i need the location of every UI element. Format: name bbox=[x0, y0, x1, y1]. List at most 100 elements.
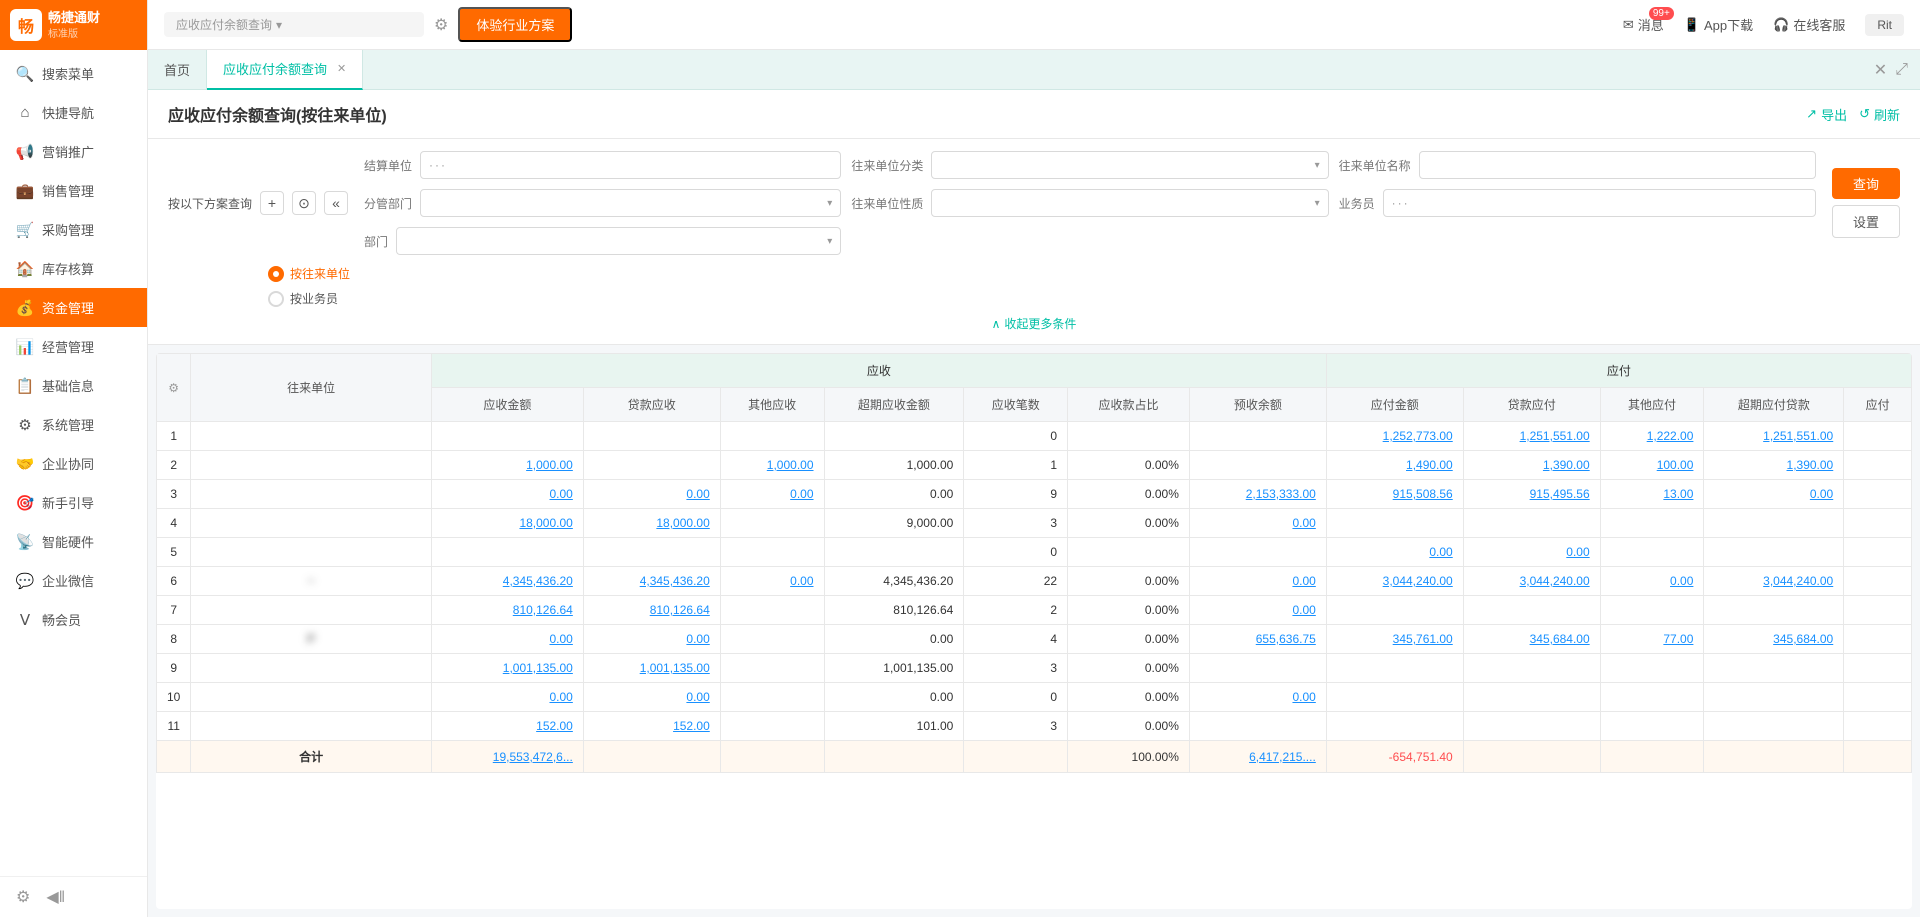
loan-ap-cell[interactable]: 1,251,551.00 bbox=[1463, 422, 1600, 451]
other-ap-cell[interactable] bbox=[1600, 683, 1704, 712]
other-ar-cell[interactable] bbox=[720, 538, 824, 567]
prepay-cell[interactable]: 655,636.75 bbox=[1189, 625, 1326, 654]
overdue-ap-cell[interactable] bbox=[1704, 712, 1844, 741]
other-ap-cell[interactable]: 77.00 bbox=[1600, 625, 1704, 654]
prepay-cell[interactable]: 2,153,333.00 bbox=[1189, 480, 1326, 509]
sidebar-item-operation[interactable]: 📊 经营管理 bbox=[0, 327, 147, 366]
prepay-cell[interactable] bbox=[1189, 654, 1326, 683]
ar-amount-cell[interactable]: 4,345,436.20 bbox=[431, 567, 583, 596]
tab-close-icon[interactable]: ✕ bbox=[337, 62, 346, 75]
prepay-cell[interactable]: 0.00 bbox=[1189, 683, 1326, 712]
filter-collapse-button[interactable]: « bbox=[324, 191, 348, 215]
app-download-button[interactable]: 📱 App下载 bbox=[1684, 15, 1753, 34]
loan-ar-cell[interactable]: 0.00 bbox=[583, 683, 720, 712]
summary-ar-amount[interactable]: 19,553,472,6... bbox=[431, 741, 583, 773]
other-ar-cell[interactable] bbox=[720, 509, 824, 538]
loan-ar-cell[interactable]: 4,345,436.20 bbox=[583, 567, 720, 596]
overdue-ap-cell[interactable] bbox=[1704, 654, 1844, 683]
other-ar-cell[interactable]: 0.00 bbox=[720, 480, 824, 509]
partner-category-input[interactable]: ▾ bbox=[931, 151, 1328, 179]
ar-amount-cell[interactable]: 0.00 bbox=[431, 683, 583, 712]
ap-amount-cell[interactable]: 1,252,773.00 bbox=[1326, 422, 1463, 451]
sidebar-item-guide[interactable]: 🎯 新手引导 bbox=[0, 483, 147, 522]
ar-amount-cell[interactable]: 18,000.00 bbox=[431, 509, 583, 538]
export-button[interactable]: ↗ 导出 bbox=[1806, 105, 1847, 124]
overdue-ap-cell[interactable]: 3,044,240.00 bbox=[1704, 567, 1844, 596]
ar-amount-cell[interactable] bbox=[431, 538, 583, 567]
loan-ap-cell[interactable]: 345,684.00 bbox=[1463, 625, 1600, 654]
filter-settings-button[interactable]: ⊙ bbox=[292, 191, 316, 215]
other-ar-cell[interactable]: 1,000.00 bbox=[720, 451, 824, 480]
sidebar-item-member[interactable]: Ⅴ 畅会员 bbox=[0, 600, 147, 639]
other-ar-cell[interactable] bbox=[720, 596, 824, 625]
header-gear-icon[interactable]: ⚙ bbox=[434, 15, 448, 35]
other-ap-cell[interactable] bbox=[1600, 596, 1704, 625]
tab-ar-ap-query[interactable]: 应收应付余额查询 ✕ bbox=[207, 50, 363, 90]
prepay-cell[interactable] bbox=[1189, 538, 1326, 567]
ar-amount-cell[interactable] bbox=[431, 422, 583, 451]
other-ap-cell[interactable] bbox=[1600, 654, 1704, 683]
other-ap-cell[interactable]: 100.00 bbox=[1600, 451, 1704, 480]
loan-ar-cell[interactable] bbox=[583, 422, 720, 451]
overdue-ap-cell[interactable]: 1,251,551.00 bbox=[1704, 422, 1844, 451]
loan-ar-cell[interactable] bbox=[583, 451, 720, 480]
other-ap-cell[interactable]: 0.00 bbox=[1600, 567, 1704, 596]
other-ap-cell[interactable]: 1,222.00 bbox=[1600, 422, 1704, 451]
sidebar-item-system[interactable]: ⚙ 系统管理 bbox=[0, 405, 147, 444]
ap-amount-cell[interactable] bbox=[1326, 683, 1463, 712]
other-ap-cell[interactable] bbox=[1600, 712, 1704, 741]
view-by-unit[interactable]: 按往来单位 bbox=[268, 263, 350, 284]
view-by-staff[interactable]: 按业务员 bbox=[268, 288, 350, 309]
sidebar-item-basic[interactable]: 📋 基础信息 bbox=[0, 366, 147, 405]
sidebar-item-quick-nav[interactable]: ⌂ 快捷导航 bbox=[0, 93, 147, 132]
overdue-ap-cell[interactable]: 345,684.00 bbox=[1704, 625, 1844, 654]
settings-bottom-icon[interactable]: ⚙ bbox=[16, 887, 30, 907]
settings-button[interactable]: 设置 bbox=[1832, 205, 1900, 238]
other-ar-cell[interactable] bbox=[720, 625, 824, 654]
prepay-cell[interactable]: 0.00 bbox=[1189, 567, 1326, 596]
sidebar-item-collab[interactable]: 🤝 企业协同 bbox=[0, 444, 147, 483]
prepay-cell[interactable] bbox=[1189, 712, 1326, 741]
loan-ar-cell[interactable]: 1,001,135.00 bbox=[583, 654, 720, 683]
ap-amount-cell[interactable]: 3,044,240.00 bbox=[1326, 567, 1463, 596]
prepay-cell[interactable]: 0.00 bbox=[1189, 596, 1326, 625]
loan-ar-cell[interactable]: 810,126.64 bbox=[583, 596, 720, 625]
loan-ar-cell[interactable] bbox=[583, 538, 720, 567]
summary-prepay[interactable]: 6,417,215.... bbox=[1189, 741, 1326, 773]
loan-ar-cell[interactable]: 0.00 bbox=[583, 625, 720, 654]
ap-amount-cell[interactable] bbox=[1326, 712, 1463, 741]
sidebar-item-wechat[interactable]: 💬 企业微信 bbox=[0, 561, 147, 600]
other-ap-cell[interactable]: 13.00 bbox=[1600, 480, 1704, 509]
other-ap-cell[interactable] bbox=[1600, 509, 1704, 538]
overdue-ap-cell[interactable]: 1,390.00 bbox=[1704, 451, 1844, 480]
loan-ap-cell[interactable] bbox=[1463, 712, 1600, 741]
ar-amount-cell[interactable]: 152.00 bbox=[431, 712, 583, 741]
overdue-ap-cell[interactable] bbox=[1704, 683, 1844, 712]
refresh-button[interactable]: ↺ 刷新 bbox=[1859, 105, 1900, 124]
ap-amount-cell[interactable]: 0.00 bbox=[1326, 538, 1463, 567]
sidebar-item-search-menu[interactable]: 🔍 搜索菜单 bbox=[0, 54, 147, 93]
dept-mgr-input[interactable]: ▾ bbox=[420, 189, 841, 217]
promo-button[interactable]: 体验行业方案 bbox=[458, 7, 572, 42]
ar-amount-cell[interactable]: 1,001,135.00 bbox=[431, 654, 583, 683]
overdue-ap-cell[interactable] bbox=[1704, 596, 1844, 625]
salesman-input[interactable]: ··· bbox=[1383, 189, 1816, 217]
sidebar-item-marketing[interactable]: 📢 营销推广 bbox=[0, 132, 147, 171]
partner-nature-input[interactable]: ▾ bbox=[931, 189, 1328, 217]
loan-ap-cell[interactable]: 1,390.00 bbox=[1463, 451, 1600, 480]
loan-ap-cell[interactable] bbox=[1463, 596, 1600, 625]
user-menu[interactable]: Rit bbox=[1865, 14, 1904, 36]
settlement-unit-input[interactable]: ··· bbox=[420, 151, 841, 179]
other-ar-cell[interactable] bbox=[720, 712, 824, 741]
ap-amount-cell[interactable]: 345,761.00 bbox=[1326, 625, 1463, 654]
collapse-more-btn[interactable]: ∧ 收起更多条件 bbox=[168, 315, 1900, 332]
other-ar-cell[interactable] bbox=[720, 683, 824, 712]
sidebar-item-sales[interactable]: 💼 销售管理 bbox=[0, 171, 147, 210]
loan-ar-cell[interactable]: 0.00 bbox=[583, 480, 720, 509]
ap-amount-cell[interactable] bbox=[1326, 654, 1463, 683]
loan-ap-cell[interactable]: 0.00 bbox=[1463, 538, 1600, 567]
ar-amount-cell[interactable]: 0.00 bbox=[431, 625, 583, 654]
ar-amount-cell[interactable]: 0.00 bbox=[431, 480, 583, 509]
tab-close-window-icon[interactable]: ✕ bbox=[1874, 60, 1887, 80]
tab-home[interactable]: 首页 bbox=[148, 50, 207, 90]
